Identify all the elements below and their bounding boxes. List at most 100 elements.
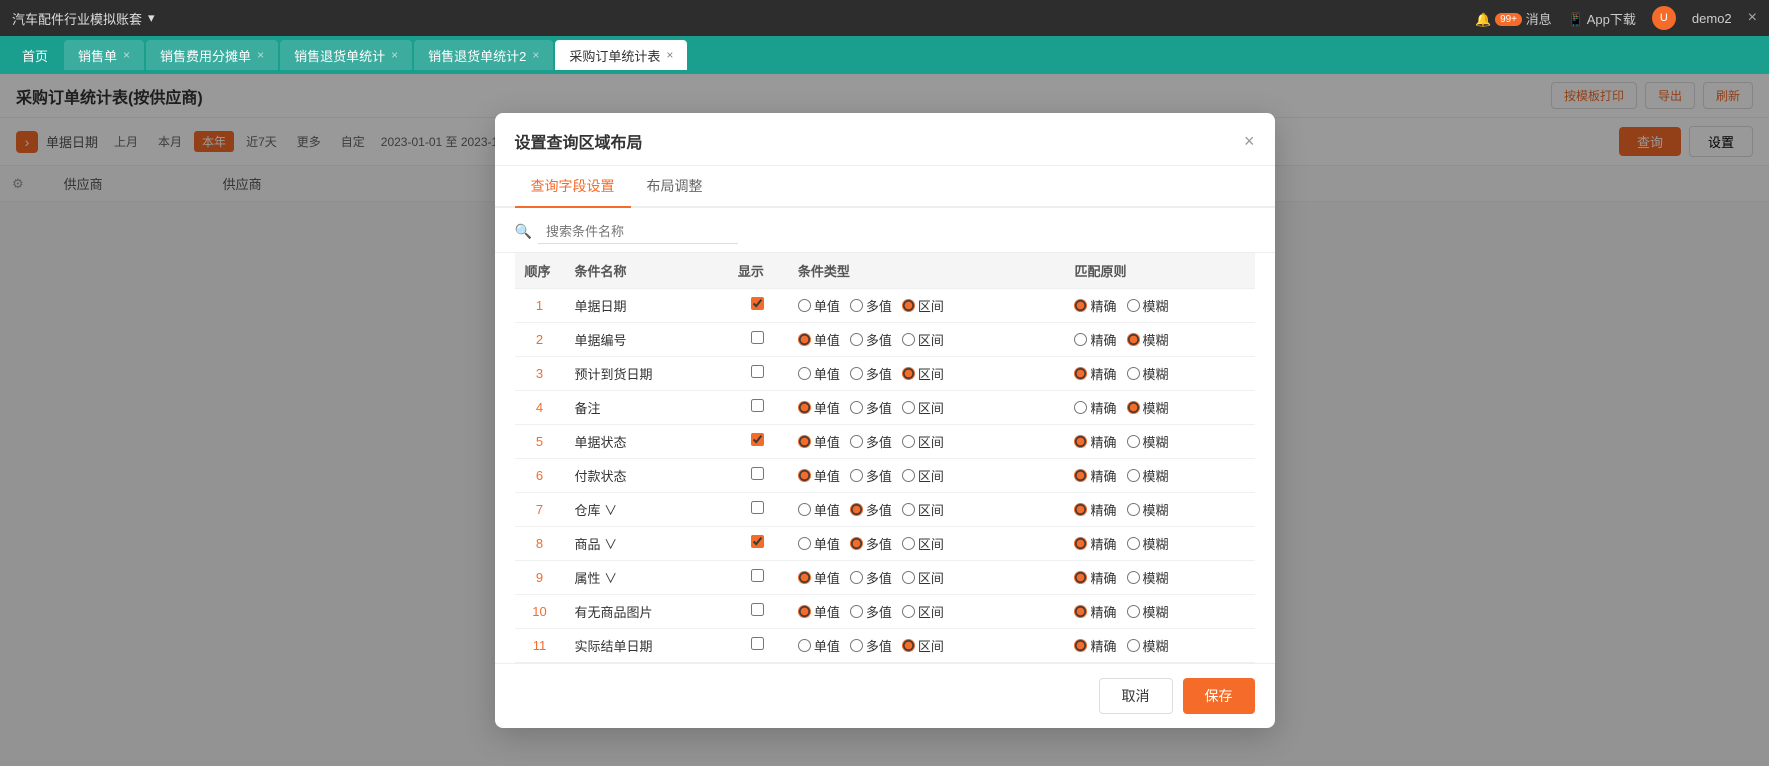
type-radio[interactable]	[850, 571, 863, 584]
type-radio[interactable]	[850, 503, 863, 516]
type-radio-item[interactable]: 多值	[850, 330, 892, 349]
row-display[interactable]	[728, 560, 788, 594]
type-radio[interactable]	[850, 299, 863, 312]
modal-close-button[interactable]: ×	[1244, 132, 1255, 150]
type-radio[interactable]	[798, 537, 811, 550]
match-radio-item[interactable]: 精确	[1074, 398, 1116, 417]
match-radio-item[interactable]: 精确	[1074, 636, 1116, 655]
match-radio[interactable]	[1074, 401, 1087, 414]
modal-tab-query-fields[interactable]: 查询字段设置	[515, 166, 631, 208]
match-radio-item[interactable]: 精确	[1074, 432, 1116, 451]
type-radio-item[interactable]: 多值	[850, 500, 892, 519]
match-radio-item[interactable]: 精确	[1074, 296, 1116, 315]
type-radio[interactable]	[902, 367, 915, 380]
type-radio[interactable]	[798, 639, 811, 652]
match-radio[interactable]	[1074, 537, 1087, 550]
match-radio[interactable]	[1127, 367, 1140, 380]
type-radio[interactable]	[902, 537, 915, 550]
type-radio-item[interactable]: 单值	[798, 398, 840, 417]
tab-close-icon[interactable]: ×	[391, 48, 398, 62]
type-radio-item[interactable]: 区间	[902, 432, 944, 451]
display-checkbox[interactable]	[751, 399, 764, 412]
type-radio-item[interactable]: 多值	[850, 534, 892, 553]
type-radio[interactable]	[902, 503, 915, 516]
type-radio[interactable]	[798, 503, 811, 516]
type-radio-item[interactable]: 多值	[850, 602, 892, 621]
type-radio[interactable]	[850, 401, 863, 414]
top-close-button[interactable]: ×	[1748, 9, 1757, 27]
match-radio-item[interactable]: 精确	[1074, 330, 1116, 349]
row-display[interactable]	[728, 526, 788, 560]
save-button[interactable]: 保存	[1183, 678, 1255, 714]
match-radio-item[interactable]: 模糊	[1127, 296, 1169, 315]
match-radio-item[interactable]: 精确	[1074, 466, 1116, 485]
match-radio-item[interactable]: 模糊	[1127, 432, 1169, 451]
row-display[interactable]	[728, 356, 788, 390]
match-radio[interactable]	[1127, 571, 1140, 584]
match-radio[interactable]	[1074, 299, 1087, 312]
type-radio[interactable]	[850, 333, 863, 346]
type-radio[interactable]	[850, 367, 863, 380]
type-radio[interactable]	[850, 605, 863, 618]
match-radio[interactable]	[1074, 435, 1087, 448]
display-checkbox[interactable]	[751, 603, 764, 616]
type-radio[interactable]	[902, 469, 915, 482]
type-radio[interactable]	[850, 537, 863, 550]
tab-close-icon[interactable]: ×	[666, 48, 673, 62]
type-radio-item[interactable]: 单值	[798, 364, 840, 383]
row-display[interactable]	[728, 288, 788, 322]
type-radio-item[interactable]: 区间	[902, 364, 944, 383]
type-radio-item[interactable]: 区间	[902, 296, 944, 315]
match-radio[interactable]	[1127, 639, 1140, 652]
type-radio-item[interactable]: 单值	[798, 500, 840, 519]
dropdown-icon[interactable]: ▾	[148, 10, 155, 26]
tab-sales-expense[interactable]: 销售费用分摊单 ×	[146, 40, 278, 70]
tab-sales-return[interactable]: 销售退货单统计 ×	[280, 40, 412, 70]
type-radio-item[interactable]: 单值	[798, 602, 840, 621]
type-radio-item[interactable]: 多值	[850, 432, 892, 451]
match-radio[interactable]	[1074, 367, 1087, 380]
type-radio-item[interactable]: 单值	[798, 568, 840, 587]
notification-area[interactable]: 🔔 99+ 消息	[1475, 9, 1551, 28]
match-radio[interactable]	[1127, 299, 1140, 312]
row-display[interactable]	[728, 594, 788, 628]
type-radio[interactable]	[902, 571, 915, 584]
match-radio-item[interactable]: 模糊	[1127, 636, 1169, 655]
display-checkbox[interactable]	[751, 501, 764, 514]
type-radio-item[interactable]: 区间	[902, 500, 944, 519]
row-display[interactable]	[728, 390, 788, 424]
type-radio-item[interactable]: 单值	[798, 330, 840, 349]
type-radio[interactable]	[902, 605, 915, 618]
match-radio-item[interactable]: 模糊	[1127, 364, 1169, 383]
type-radio[interactable]	[798, 605, 811, 618]
type-radio-item[interactable]: 多值	[850, 568, 892, 587]
type-radio[interactable]	[902, 639, 915, 652]
type-radio-item[interactable]: 单值	[798, 432, 840, 451]
tab-close-icon[interactable]: ×	[123, 48, 130, 62]
display-checkbox[interactable]	[751, 467, 764, 480]
match-radio-item[interactable]: 模糊	[1127, 330, 1169, 349]
type-radio-item[interactable]: 区间	[902, 602, 944, 621]
tab-purchase-order[interactable]: 采购订单统计表 ×	[555, 40, 687, 70]
match-radio[interactable]	[1074, 605, 1087, 618]
display-checkbox[interactable]	[751, 331, 764, 344]
row-display[interactable]	[728, 492, 788, 526]
user-avatar[interactable]: U	[1652, 6, 1676, 30]
match-radio-item[interactable]: 精确	[1074, 500, 1116, 519]
type-radio-item[interactable]: 单值	[798, 466, 840, 485]
match-radio-item[interactable]: 模糊	[1127, 466, 1169, 485]
match-radio-item[interactable]: 模糊	[1127, 568, 1169, 587]
type-radio[interactable]	[798, 367, 811, 380]
match-radio-item[interactable]: 精确	[1074, 602, 1116, 621]
type-radio[interactable]	[902, 435, 915, 448]
type-radio[interactable]	[902, 401, 915, 414]
cancel-button[interactable]: 取消	[1099, 678, 1173, 714]
type-radio[interactable]	[798, 401, 811, 414]
type-radio-item[interactable]: 区间	[902, 330, 944, 349]
display-checkbox[interactable]	[751, 569, 764, 582]
match-radio[interactable]	[1127, 469, 1140, 482]
match-radio-item[interactable]: 精确	[1074, 534, 1116, 553]
type-radio[interactable]	[798, 333, 811, 346]
type-radio-item[interactable]: 多值	[850, 398, 892, 417]
tab-close-icon[interactable]: ×	[257, 48, 264, 62]
